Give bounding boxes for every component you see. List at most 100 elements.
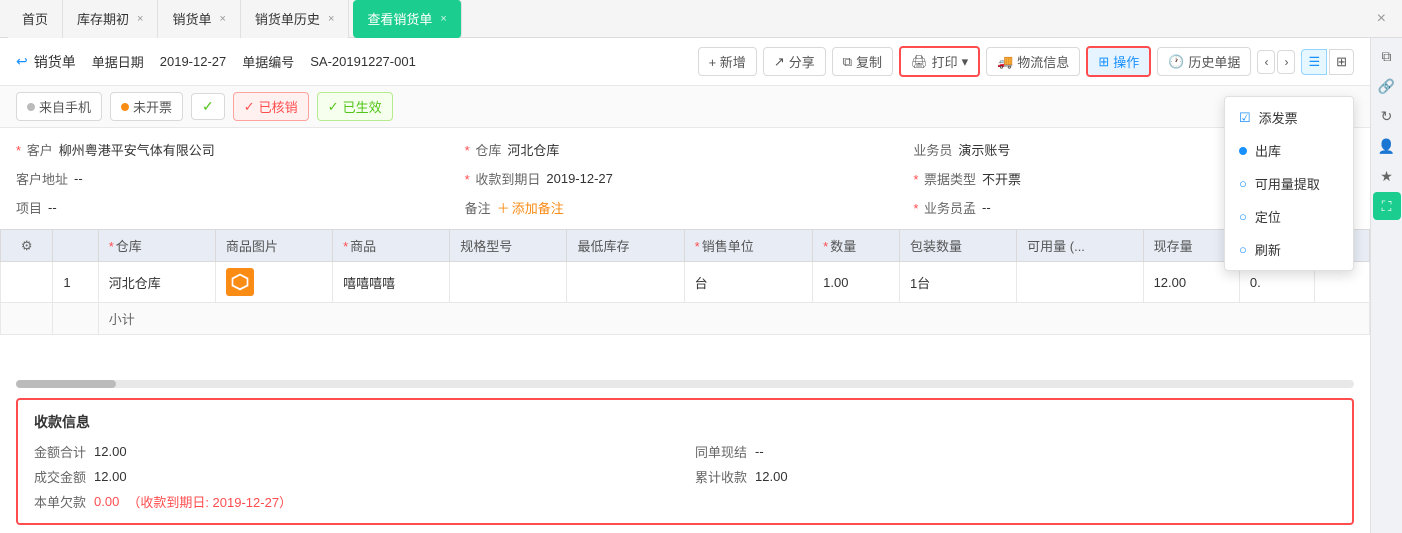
customer-value: 柳州粤港平安气体有限公司 bbox=[59, 140, 215, 159]
view-list-button[interactable]: ☰ bbox=[1301, 49, 1327, 75]
tab-view-sales-label: 查看销货单 bbox=[367, 9, 432, 28]
form-section: * 客户 柳州粤港平安气体有限公司 * 仓库 河北仓库 业务员 演示账号 bbox=[0, 128, 1370, 229]
tab-view-sales[interactable]: 查看销货单 × bbox=[353, 0, 461, 38]
refresh-label: 刷新 bbox=[1255, 240, 1281, 259]
col-settings: ⚙ bbox=[1, 230, 53, 262]
row-product-cell: 嘻嘻嘻嘻 bbox=[333, 262, 450, 303]
share-button[interactable]: ↗ 分享 bbox=[763, 47, 826, 76]
copy-button[interactable]: ⧉ 复制 bbox=[832, 47, 893, 76]
subtotal-label-cell: 小计 bbox=[98, 303, 1369, 335]
warehouse-value: 河北仓库 bbox=[507, 140, 559, 159]
date-label: 单据日期 bbox=[92, 52, 144, 71]
sold-label: 已核销 bbox=[259, 97, 298, 116]
tab-sales-history-label: 销货单历史 bbox=[255, 9, 320, 28]
refresh-item[interactable]: ○ 刷新 bbox=[1225, 233, 1353, 266]
prev-button[interactable]: ‹ bbox=[1257, 50, 1275, 74]
add-invoice-checkbox-icon: ☑ bbox=[1239, 110, 1251, 126]
effective-label: 已生效 bbox=[343, 97, 382, 116]
customer-field: * 客户 柳州粤港平安气体有限公司 bbox=[16, 140, 457, 159]
total-amount-label: 金额合计 bbox=[34, 442, 86, 461]
effective-check: ✓ bbox=[328, 99, 339, 115]
outbound-item[interactable]: 出库 bbox=[1225, 134, 1353, 167]
same-order-value: -- bbox=[755, 444, 764, 459]
tab-inventory[interactable]: 库存期初 × bbox=[63, 0, 158, 38]
new-button[interactable]: + 新增 bbox=[698, 47, 757, 76]
staff-label: 业务员 bbox=[913, 140, 952, 159]
row-image-cell bbox=[215, 262, 332, 303]
cumulative-payment-row: 累计收款 12.00 bbox=[695, 467, 1336, 486]
form-row-2: 客户地址 -- * 收款到期日 2019-12-27 * 票据类型 不开票 bbox=[16, 169, 1354, 188]
address-field: 客户地址 -- bbox=[16, 169, 457, 188]
tab-sales-history[interactable]: 销货单历史 × bbox=[241, 0, 349, 38]
nav-arrows: ‹ › bbox=[1257, 50, 1295, 74]
row-warehouse-cell: 河北仓库 bbox=[98, 262, 215, 303]
doc-header: ↩ 销货单 单据日期 2019-12-27 单据编号 SA-20191227-0… bbox=[0, 38, 1370, 86]
print-dropdown-icon: ▾ bbox=[962, 54, 969, 70]
table-settings-icon[interactable]: ⚙ bbox=[21, 238, 33, 253]
cumulative-payment-label: 累计收款 bbox=[695, 467, 747, 486]
sales-staff-value: -- bbox=[982, 200, 991, 215]
payment-info-title: 收款信息 bbox=[34, 412, 1336, 432]
product-thumb-icon bbox=[230, 272, 250, 292]
row-settings-cell bbox=[1, 262, 53, 303]
from-phone-button[interactable]: 来自手机 bbox=[16, 92, 102, 121]
tab-sales[interactable]: 销货单 × bbox=[158, 0, 240, 38]
add-note-label: 添加备注 bbox=[512, 198, 564, 217]
add-note-button[interactable]: ＋ 添加备注 bbox=[497, 198, 564, 217]
effective-status[interactable]: ✓ 已生效 bbox=[317, 92, 393, 121]
history-button[interactable]: 🕐 历史单据 bbox=[1157, 47, 1251, 76]
tab-home-label: 首页 bbox=[22, 9, 48, 28]
copy-icon: ⧉ bbox=[843, 54, 852, 70]
locate-label: 定位 bbox=[1255, 207, 1281, 226]
share-icon: ↗ bbox=[774, 54, 785, 70]
outbound-dot-icon bbox=[1239, 147, 1247, 155]
not-open-button[interactable]: 未开票 bbox=[110, 92, 183, 121]
available-qty-icon: ○ bbox=[1239, 176, 1247, 191]
sidebar-user-icon[interactable]: 👤 bbox=[1373, 132, 1401, 160]
row-package-qty-cell: 1台 bbox=[899, 262, 1016, 303]
row-spec-cell bbox=[450, 262, 567, 303]
sidebar-expand-icon[interactable]: ⛶ bbox=[1373, 192, 1401, 220]
tab-bar: 首页 库存期初 × 销货单 × 销货单历史 × 查看销货单 × × bbox=[0, 0, 1402, 38]
logistics-button[interactable]: 🚚 物流信息 bbox=[986, 47, 1080, 76]
col-spec: 规格型号 bbox=[450, 230, 567, 262]
address-label: 客户地址 bbox=[16, 169, 68, 188]
total-amount-row: 金额合计 12.00 bbox=[34, 442, 675, 461]
next-button[interactable]: › bbox=[1277, 50, 1295, 74]
phone-dot-icon bbox=[27, 103, 35, 111]
operation-icon: ⊞ bbox=[1098, 54, 1109, 70]
sidebar-star-icon[interactable]: ★ bbox=[1373, 162, 1401, 190]
locate-item[interactable]: ○ 定位 bbox=[1225, 200, 1353, 233]
tab-sales-history-close[interactable]: × bbox=[328, 13, 334, 25]
subtotal-num-cell bbox=[53, 303, 98, 335]
tab-sales-close[interactable]: × bbox=[219, 13, 225, 25]
col-min-stock: 最低库存 bbox=[567, 230, 684, 262]
operation-button[interactable]: ⊞ 操作 bbox=[1086, 46, 1151, 77]
cumulative-payment-value: 12.00 bbox=[755, 469, 788, 484]
col-product: *商品 bbox=[333, 230, 450, 262]
subtotal-row: 小计 bbox=[1, 303, 1370, 335]
current-owed-label: 本单欠款 bbox=[34, 492, 86, 511]
available-qty-item[interactable]: ○ 可用量提取 bbox=[1225, 167, 1353, 200]
sidebar-copy-icon[interactable]: ⧉ bbox=[1373, 42, 1401, 70]
check-button[interactable]: ✓ bbox=[191, 93, 225, 120]
sidebar-link-icon[interactable]: 🔗 bbox=[1373, 72, 1401, 100]
ticket-type-value: 不开票 bbox=[982, 169, 1021, 188]
add-invoice-label: 添发票 bbox=[1259, 108, 1298, 127]
col-quantity: *数量 bbox=[813, 230, 900, 262]
tab-inventory-close[interactable]: × bbox=[137, 13, 143, 25]
outbound-label: 出库 bbox=[1255, 141, 1281, 160]
sidebar-refresh-icon[interactable]: ↻ bbox=[1373, 102, 1401, 130]
tab-view-sales-close[interactable]: × bbox=[440, 13, 446, 25]
tab-home[interactable]: 首页 bbox=[8, 0, 63, 38]
sold-status[interactable]: ✓ 已核销 bbox=[233, 92, 309, 121]
add-invoice-item[interactable]: ☑ 添发票 bbox=[1225, 101, 1353, 134]
project-field: 项目 -- bbox=[16, 198, 457, 217]
print-button[interactable]: 🖨 打印 ▾ bbox=[899, 46, 980, 77]
view-grid-button[interactable]: ⊞ bbox=[1329, 49, 1354, 75]
product-table: ⚙ *仓库 商品图片 *商品 规格型号 最低库存 *销售单位 *数量 包装数量 … bbox=[0, 229, 1370, 335]
close-window-button[interactable]: × bbox=[1369, 6, 1394, 32]
tab-inventory-label: 库存期初 bbox=[77, 9, 129, 28]
horizontal-scrollbar[interactable] bbox=[16, 380, 1354, 388]
check-icon: ✓ bbox=[202, 98, 214, 115]
